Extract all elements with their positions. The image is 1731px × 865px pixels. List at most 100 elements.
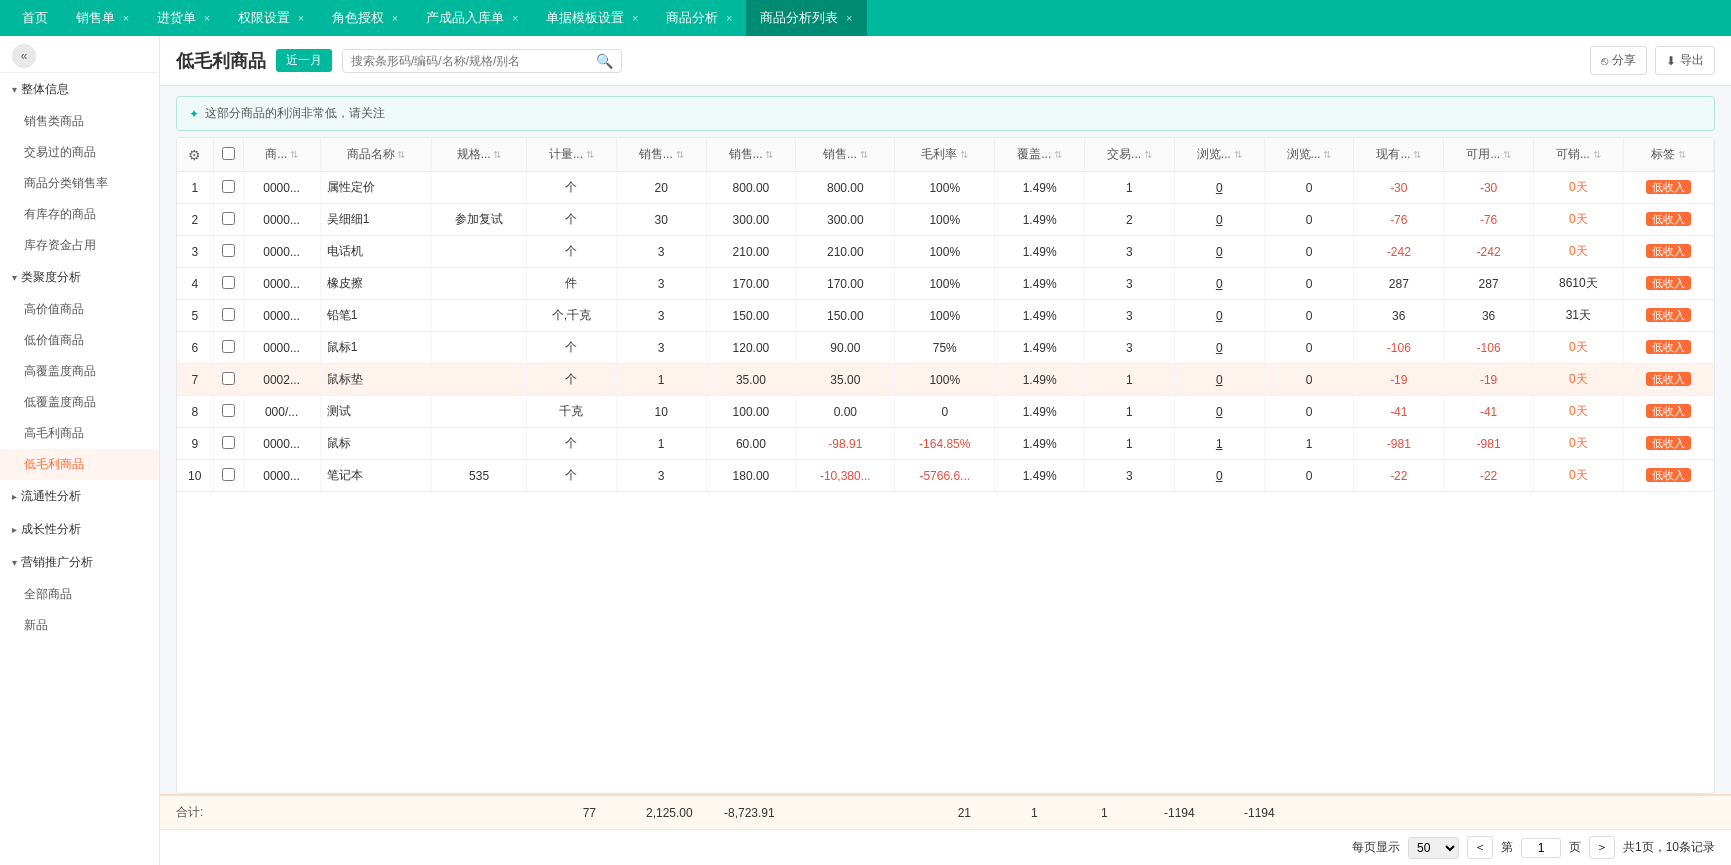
row-select-checkbox[interactable] [222, 436, 235, 449]
sidebar-item-low-value[interactable]: 低价值商品 [0, 325, 159, 356]
col-coverage[interactable]: 覆盖... [995, 138, 1085, 172]
search-input[interactable] [351, 54, 596, 68]
nav-purchase[interactable]: 进货单 × [143, 0, 224, 36]
col-sales-price[interactable]: 销售... [706, 138, 796, 172]
sidebar-item-traded-goods[interactable]: 交易过的商品 [0, 137, 159, 168]
nav-template[interactable]: 单据模板设置 × [532, 0, 652, 36]
row-checkbox[interactable] [213, 172, 243, 204]
row-checkbox[interactable] [213, 460, 243, 492]
sidebar-item-low-margin[interactable]: 低毛利商品 [0, 449, 159, 480]
search-icon[interactable]: 🔍 [596, 53, 613, 69]
row-browse1[interactable]: 0 [1174, 364, 1264, 396]
row-current-stock: 36 [1354, 300, 1444, 332]
col-sales-qty[interactable]: 销售... [616, 138, 706, 172]
row-browse1[interactable]: 0 [1174, 236, 1264, 268]
nav-permission[interactable]: 权限设置 × [224, 0, 318, 36]
nav-goods-analysis-list[interactable]: 商品分析列表 × [746, 0, 866, 36]
row-checkbox[interactable] [213, 364, 243, 396]
col-settings[interactable]: ⚙ [177, 138, 213, 172]
next-page-btn[interactable]: ＞ [1589, 836, 1615, 859]
sidebar-collapse-btn[interactable]: « [12, 44, 36, 68]
col-name[interactable]: 商品名称 [320, 138, 432, 172]
export-button[interactable]: ⬇ 导出 [1655, 46, 1715, 75]
close-icon[interactable]: × [512, 12, 518, 24]
row-browse1[interactable]: 0 [1174, 396, 1264, 428]
row-select-checkbox[interactable] [222, 372, 235, 385]
row-select-checkbox[interactable] [222, 244, 235, 257]
close-icon[interactable]: × [632, 12, 638, 24]
row-browse1[interactable]: 0 [1174, 332, 1264, 364]
col-sellable[interactable]: 可销... [1533, 138, 1623, 172]
row-select-checkbox[interactable] [222, 404, 235, 417]
row-select-checkbox[interactable] [222, 468, 235, 481]
period-button[interactable]: 近一月 [276, 49, 332, 72]
share-button[interactable]: ⎋ 分享 [1590, 46, 1647, 75]
col-gross-margin[interactable]: 毛利率 [895, 138, 995, 172]
row-browse1[interactable]: 0 [1174, 172, 1264, 204]
row-checkbox[interactable] [213, 236, 243, 268]
sidebar-item-in-stock[interactable]: 有库存的商品 [0, 199, 159, 230]
row-select-checkbox[interactable] [222, 212, 235, 225]
row-browse1[interactable]: 1 [1174, 428, 1264, 460]
row-sellable: 0天 [1533, 172, 1623, 204]
row-select-checkbox[interactable] [222, 340, 235, 353]
sidebar-item-new-goods[interactable]: 新品 [0, 610, 159, 641]
close-icon[interactable]: × [298, 12, 304, 24]
sidebar-group-flow-header[interactable]: ▸ 流通性分析 [0, 480, 159, 513]
sidebar-group-cluster-header[interactable]: ▾ 类聚度分析 [0, 261, 159, 294]
nav-product-in[interactable]: 产成品入库单 × [412, 0, 532, 36]
nav-goods-analysis[interactable]: 商品分析 × [652, 0, 746, 36]
row-checkbox[interactable] [213, 204, 243, 236]
close-icon[interactable]: × [123, 12, 129, 24]
row-checkbox[interactable] [213, 428, 243, 460]
col-available-stock[interactable]: 可用... [1444, 138, 1534, 172]
row-tag: 低收入 [1623, 332, 1713, 364]
col-browse1[interactable]: 浏览... [1174, 138, 1264, 172]
close-icon[interactable]: × [846, 12, 852, 24]
col-browse2[interactable]: 浏览... [1264, 138, 1354, 172]
row-checkbox[interactable] [213, 396, 243, 428]
sidebar-item-sales-goods[interactable]: 销售类商品 [0, 106, 159, 137]
col-current-stock[interactable]: 现有... [1354, 138, 1444, 172]
row-select-checkbox[interactable] [222, 180, 235, 193]
sidebar-item-high-margin[interactable]: 高毛利商品 [0, 418, 159, 449]
sidebar-item-capital[interactable]: 库存资金占用 [0, 230, 159, 261]
nav-role[interactable]: 角色授权 × [318, 0, 412, 36]
sidebar-item-high-coverage[interactable]: 高覆盖度商品 [0, 356, 159, 387]
settings-icon[interactable]: ⚙ [188, 147, 201, 163]
nav-sales[interactable]: 销售单 × [62, 0, 143, 36]
close-icon[interactable]: × [392, 12, 398, 24]
row-browse2: 0 [1264, 236, 1354, 268]
close-icon[interactable]: × [726, 12, 732, 24]
sidebar-group-overview-header[interactable]: ▾ 整体信息 [0, 73, 159, 106]
page-input[interactable] [1521, 838, 1561, 858]
sidebar-group-growth-header[interactable]: ▸ 成长性分析 [0, 513, 159, 546]
table-container[interactable]: ⚙ 商... 商品名称 规格... 计量... 销售... 销售... 销售..… [176, 137, 1715, 794]
col-unit[interactable]: 计量... [526, 138, 616, 172]
col-code[interactable]: 商... [243, 138, 320, 172]
col-tag[interactable]: 标签 [1623, 138, 1713, 172]
col-transaction[interactable]: 交易... [1085, 138, 1175, 172]
sidebar-item-low-coverage[interactable]: 低覆盖度商品 [0, 387, 159, 418]
sidebar-item-all-goods[interactable]: 全部商品 [0, 579, 159, 610]
col-sales-amount[interactable]: 销售... [796, 138, 895, 172]
row-browse1[interactable]: 0 [1174, 268, 1264, 300]
row-browse1[interactable]: 0 [1174, 204, 1264, 236]
row-select-checkbox[interactable] [222, 276, 235, 289]
row-checkbox[interactable] [213, 300, 243, 332]
prev-page-btn[interactable]: ＜ [1467, 836, 1493, 859]
row-browse1[interactable]: 0 [1174, 460, 1264, 492]
page-size-select[interactable]: 50 100 200 [1408, 837, 1459, 859]
row-browse1[interactable]: 0 [1174, 300, 1264, 332]
row-checkbox[interactable] [213, 332, 243, 364]
row-sales-price: 35.00 [706, 364, 796, 396]
row-checkbox[interactable] [213, 268, 243, 300]
sidebar-item-category-rate[interactable]: 商品分类销售率 [0, 168, 159, 199]
nav-home[interactable]: 首页 [8, 0, 62, 36]
row-select-checkbox[interactable] [222, 308, 235, 321]
col-spec[interactable]: 规格... [432, 138, 527, 172]
sidebar-item-high-value[interactable]: 高价值商品 [0, 294, 159, 325]
sidebar-group-marketing-header[interactable]: ▾ 营销推广分析 [0, 546, 159, 579]
select-all-checkbox[interactable] [222, 147, 235, 160]
close-icon[interactable]: × [204, 12, 210, 24]
